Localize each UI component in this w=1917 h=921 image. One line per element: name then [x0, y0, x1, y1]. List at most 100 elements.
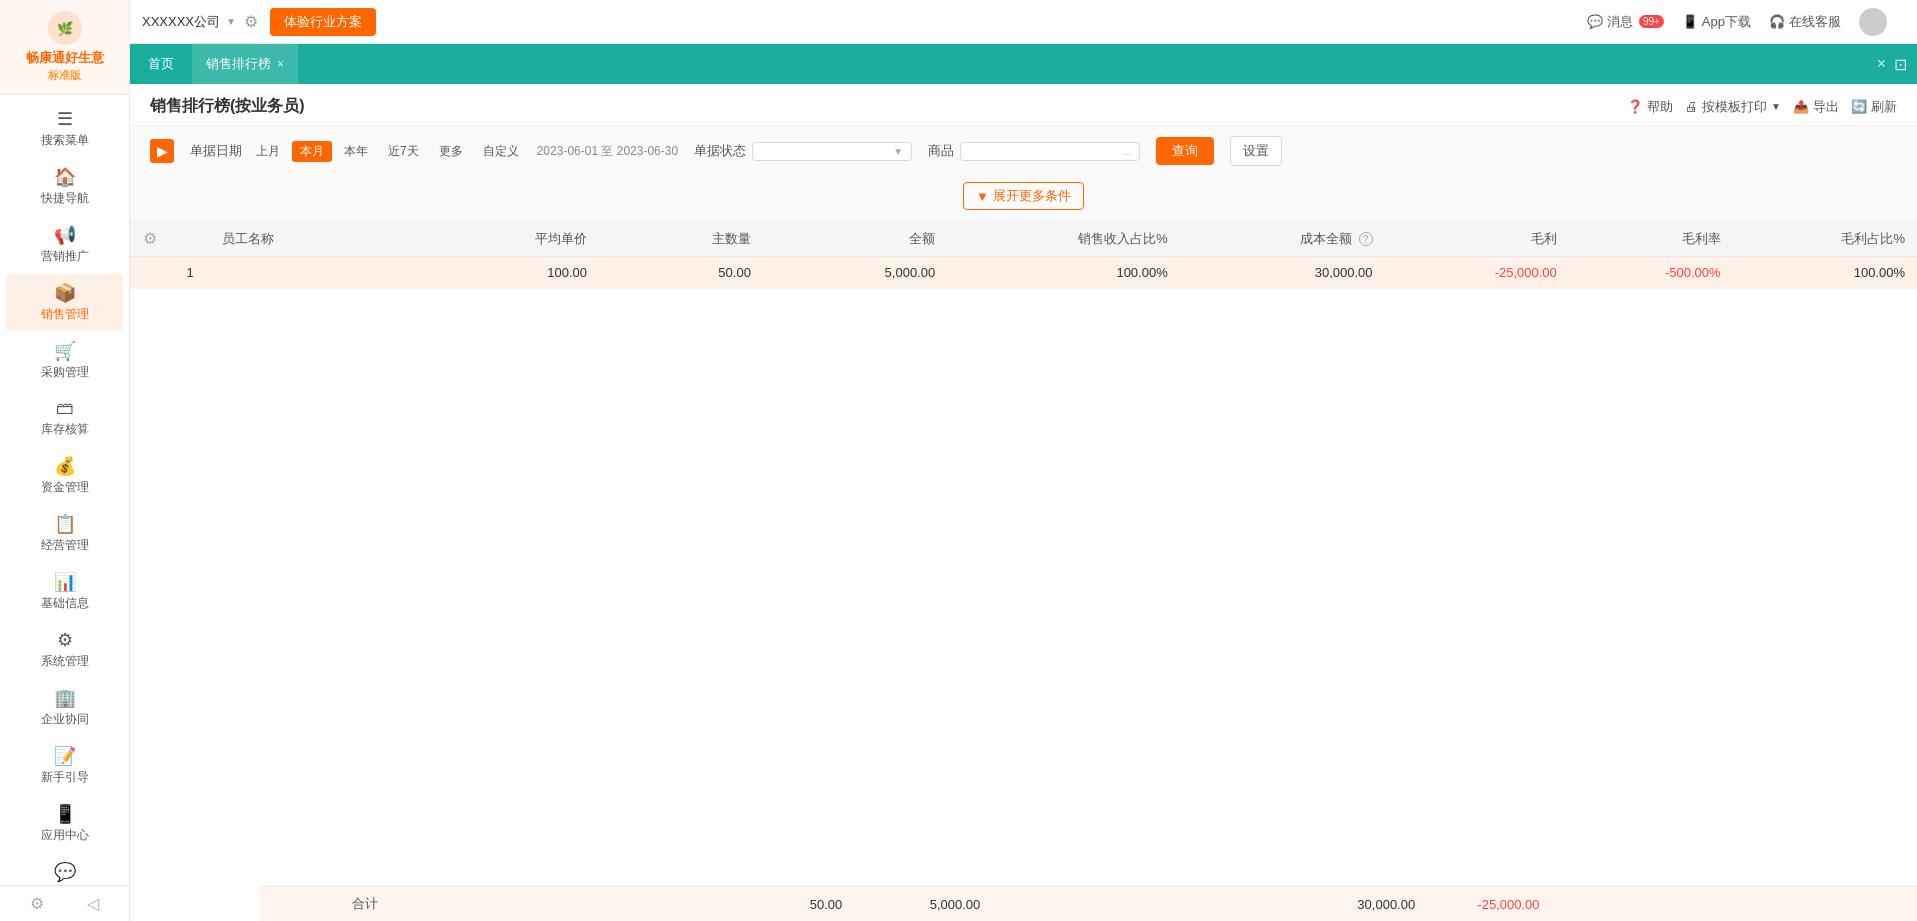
date-option-this-year[interactable]: 本年 — [336, 141, 376, 162]
sidebar-item-label: 营销推广 — [41, 248, 89, 265]
col-amount: 全额 — [763, 221, 947, 257]
online-service-btn[interactable]: 🎧 在线客服 — [1769, 13, 1841, 31]
help-icon: ❓ — [1627, 99, 1643, 114]
col-qty: 主数量 — [599, 221, 763, 257]
window-close-btn[interactable]: × — [1877, 55, 1886, 73]
footer-qty: 50.00 — [810, 897, 890, 912]
home-icon: 🏠 — [54, 166, 76, 188]
company-selector[interactable]: XXXXXX公司 ▼ — [142, 13, 236, 31]
footer-cost: 30,000.00 — [1357, 897, 1457, 912]
export-btn[interactable]: 📤 导出 — [1793, 98, 1839, 116]
expand-label: 展开更多条件 — [993, 187, 1071, 205]
basic-info-icon: 📊 — [54, 571, 76, 593]
col-settings: ⚙ — [130, 221, 170, 257]
date-options: 上月 本月 本年 近7天 更多 自定义 — [248, 141, 527, 162]
sidebar-item-wechat[interactable]: 💬 企业微信 — [6, 853, 123, 885]
sidebar-item-label: 新手引导 — [41, 769, 89, 786]
sidebar-item-sales[interactable]: 📦 销售管理 — [6, 274, 123, 331]
tab-close-btn[interactable]: × — [277, 57, 284, 71]
app-subtitle: 标准版 — [48, 69, 81, 81]
sidebar-item-app-center[interactable]: 📱 应用中心 — [6, 795, 123, 852]
row-rank: 1 — [170, 257, 210, 289]
sales-icon: 📦 — [54, 282, 76, 304]
message-badge: 99+ — [1639, 15, 1664, 28]
status-filter: 单据状态 ▼ — [694, 142, 912, 161]
sidebar-item-quick-nav[interactable]: 🏠 快捷导航 — [6, 158, 123, 215]
message-btn[interactable]: 💬 消息 99+ — [1587, 13, 1664, 31]
refresh-btn[interactable]: 🔄 刷新 — [1851, 98, 1897, 116]
sidebar-item-search-orders[interactable]: ☰ 搜索菜单 — [6, 100, 123, 157]
sidebar-item-finance[interactable]: 💰 资金管理 — [6, 447, 123, 504]
status-dropdown-icon: ▼ — [893, 146, 903, 157]
message-label: 消息 — [1607, 13, 1633, 31]
window-restore-btn[interactable]: ⊡ — [1894, 55, 1907, 74]
topbar-right: 💬 消息 99+ 📱 App下载 🎧 在线客服 — [1587, 8, 1905, 36]
sidebar-item-label: 系统管理 — [41, 653, 89, 670]
finance-icon: 💰 — [54, 455, 76, 477]
user-avatar[interactable] — [1859, 8, 1887, 36]
table-header-row: ⚙ 员工名称 平均单价 主数量 全额 销售收入占比% 成本全额 ? — [130, 221, 1917, 257]
app-download-btn[interactable]: 📱 App下载 — [1682, 13, 1751, 31]
tabbar: 首页 销售排行榜 × × ⊡ — [130, 44, 1917, 84]
content-header: 销售排行榜(按业务员) ❓ 帮助 🖨 按模板打印 ▼ 📤 导出 🔄 刷新 — [130, 84, 1917, 126]
topbar-settings-icon[interactable]: ⚙ — [244, 12, 258, 31]
row-amount: 5,000.00 — [763, 257, 947, 289]
help-btn[interactable]: ❓ 帮助 — [1627, 98, 1673, 116]
sidebar-item-label: 搜索菜单 — [41, 132, 89, 149]
table-row: 1 100.00 50.00 5,000.00 100.00% 30,000.0… — [130, 257, 1917, 289]
sidebar: 🌿 畅康通好生意 标准版 ☰ 搜索菜单 🏠 快捷导航 📢 营销推广 📦 销售管理… — [0, 0, 130, 921]
print-dropdown-icon: ▼ — [1771, 101, 1781, 112]
date-range-label: 2023-06-01 至 2023-06-30 — [537, 143, 678, 160]
sidebar-item-basic-info[interactable]: 📊 基础信息 — [6, 563, 123, 620]
print-icon: 🖨 — [1685, 99, 1698, 114]
query-btn[interactable]: 查询 — [1156, 137, 1214, 165]
sidebar-item-system[interactable]: ⚙ 系统管理 — [6, 621, 123, 678]
expand-more-btn[interactable]: ▼ 展开更多条件 — [963, 182, 1084, 210]
status-select[interactable]: ▼ — [752, 142, 912, 161]
refresh-icon: 🔄 — [1851, 99, 1867, 114]
col-rank — [170, 221, 210, 257]
col-avg-price: 平均单价 — [415, 221, 599, 257]
main-content: XXXXXX公司 ▼ ⚙ 体验行业方案 💬 消息 99+ 📱 App下载 🎧 在… — [130, 0, 1917, 921]
print-btn[interactable]: 🖨 按模板打印 ▼ — [1685, 98, 1781, 116]
sidebar-item-operation[interactable]: 📋 经营管理 — [6, 505, 123, 562]
company-name: XXXXXX公司 — [142, 13, 220, 31]
date-option-7days[interactable]: 近7天 — [380, 141, 427, 162]
col-cost: 成本全额 ? — [1180, 221, 1385, 257]
sidebar-item-guide[interactable]: 📝 新手引导 — [6, 737, 123, 794]
trial-btn[interactable]: 体验行业方案 — [270, 8, 376, 36]
tab-home[interactable]: 首页 — [130, 44, 192, 84]
col-gross-rate: 毛利率 — [1569, 221, 1733, 257]
footer-amount: 5,000.00 — [930, 897, 1020, 912]
date-option-this-month[interactable]: 本月 — [292, 141, 332, 162]
export-label: 导出 — [1813, 98, 1839, 116]
row-cost: 30,000.00 — [1180, 257, 1385, 289]
company-dropdown-icon: ▼ — [226, 16, 236, 27]
sidebar-item-enterprise[interactable]: 🏢 企业协同 — [6, 679, 123, 736]
filter-area: ▶ 单据日期 上月 本月 本年 近7天 更多 自定义 2023-06-01 至 … — [130, 126, 1917, 221]
print-label: 按模板打印 — [1702, 98, 1767, 116]
date-option-more[interactable]: 更多 — [431, 141, 471, 162]
row-name — [210, 257, 415, 289]
filter-collapse-btn[interactable]: ▶ — [150, 139, 174, 163]
goods-select[interactable]: ... — [960, 142, 1140, 161]
enterprise-icon: 🏢 — [54, 687, 76, 709]
col-gross: 毛利 — [1385, 221, 1569, 257]
search-orders-icon: ☰ — [57, 108, 73, 130]
page-title: 销售排行榜(按业务员) — [150, 96, 1627, 117]
column-settings-icon[interactable]: ⚙ — [143, 230, 157, 247]
sidebar-item-inventory[interactable]: 🗃 库存核算 — [6, 390, 123, 446]
date-option-prev-month[interactable]: 上月 — [248, 141, 288, 162]
sidebar-item-marketing[interactable]: 📢 营销推广 — [6, 216, 123, 273]
sidebar-collapse-btn[interactable]: ◁ — [87, 894, 99, 913]
sidebar-item-label: 采购管理 — [41, 364, 89, 381]
date-option-custom[interactable]: 自定义 — [475, 141, 527, 162]
sidebar-item-purchase[interactable]: 🛒 采购管理 — [6, 332, 123, 389]
sidebar-settings-btn[interactable]: ⚙ — [30, 894, 44, 913]
sidebar-logo: 🌿 畅康通好生意 标准版 — [0, 0, 129, 95]
tab-sales-ranking[interactable]: 销售排行榜 × — [192, 44, 298, 84]
sidebar-bottom: ⚙ ◁ — [0, 885, 129, 921]
settings-btn[interactable]: 设置 — [1230, 136, 1282, 166]
cost-help-icon[interactable]: ? — [1359, 232, 1373, 246]
row-gross-pct: 100.00% — [1733, 257, 1917, 289]
